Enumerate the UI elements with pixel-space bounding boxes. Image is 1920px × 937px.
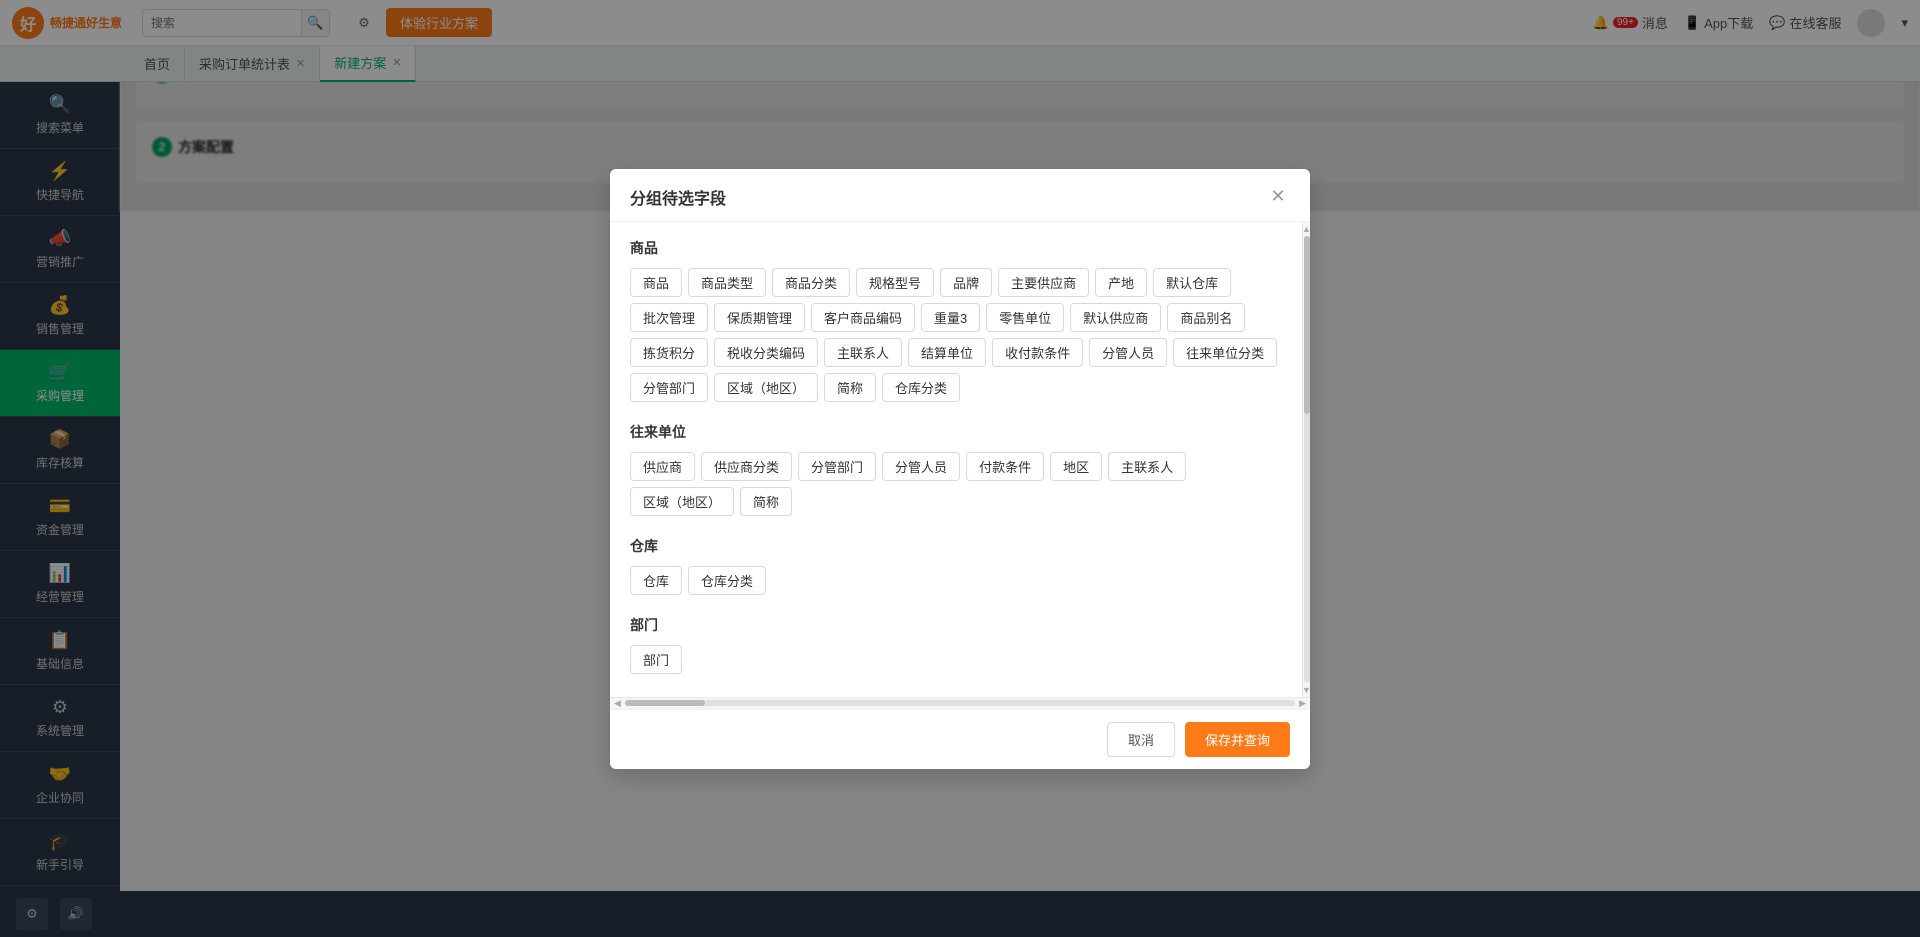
section-title: 商品	[630, 238, 1282, 258]
field-tag[interactable]: 简称	[740, 487, 792, 516]
field-tag[interactable]: 税收分类编码	[714, 338, 818, 367]
field-tag[interactable]: 商品类型	[688, 268, 766, 297]
field-tag[interactable]: 产地	[1095, 268, 1147, 297]
field-tag[interactable]: 默认仓库	[1153, 268, 1231, 297]
field-tag[interactable]: 拣货积分	[630, 338, 708, 367]
modal-body[interactable]: 商品商品商品类型商品分类规格型号品牌主要供应商产地默认仓库批次管理保质期管理客户…	[610, 222, 1302, 697]
field-tag[interactable]: 主联系人	[1108, 452, 1186, 481]
field-tag[interactable]: 区域（地区）	[630, 487, 734, 516]
modal-overlay: 分组待选字段 ✕ 商品商品商品类型商品分类规格型号品牌主要供应商产地默认仓库批次…	[0, 0, 1920, 937]
field-tag[interactable]: 商品	[630, 268, 682, 297]
modal-close-button[interactable]: ✕	[1266, 185, 1290, 209]
field-section-仓库: 仓库仓库仓库分类	[630, 536, 1282, 595]
modal-header: 分组待选字段 ✕	[610, 169, 1310, 222]
save-query-button[interactable]: 保存并查询	[1185, 722, 1290, 757]
field-tag[interactable]: 客户商品编码	[811, 303, 915, 332]
field-tags: 商品商品类型商品分类规格型号品牌主要供应商产地默认仓库批次管理保质期管理客户商品…	[630, 268, 1282, 402]
field-tag[interactable]: 仓库分类	[882, 373, 960, 402]
field-tag[interactable]: 默认供应商	[1070, 303, 1161, 332]
field-tag[interactable]: 地区	[1050, 452, 1102, 481]
field-tag[interactable]: 区域（地区）	[714, 373, 818, 402]
field-tag[interactable]: 规格型号	[856, 268, 934, 297]
field-tags: 仓库仓库分类	[630, 566, 1282, 595]
modal-vscrollbar[interactable]: ▲ ▼	[1302, 222, 1310, 697]
section-title: 部门	[630, 615, 1282, 635]
field-tag[interactable]: 简称	[824, 373, 876, 402]
field-tag[interactable]: 品牌	[940, 268, 992, 297]
field-section-商品: 商品商品商品类型商品分类规格型号品牌主要供应商产地默认仓库批次管理保质期管理客户…	[630, 238, 1282, 402]
modal-select-fields: 分组待选字段 ✕ 商品商品商品类型商品分类规格型号品牌主要供应商产地默认仓库批次…	[610, 169, 1310, 769]
field-tags: 供应商供应商分类分管部门分管人员付款条件地区主联系人区域（地区）简称	[630, 452, 1282, 516]
field-tag[interactable]: 分管人员	[882, 452, 960, 481]
field-tag[interactable]: 重量3	[921, 303, 980, 332]
field-tag[interactable]: 分管部门	[630, 373, 708, 402]
field-tag[interactable]: 仓库分类	[688, 566, 766, 595]
field-tag[interactable]: 仓库	[630, 566, 682, 595]
field-section-部门: 部门部门	[630, 615, 1282, 674]
field-tag[interactable]: 零售单位	[986, 303, 1064, 332]
field-tag[interactable]: 供应商分类	[701, 452, 792, 481]
section-title: 往来单位	[630, 422, 1282, 442]
field-tag[interactable]: 供应商	[630, 452, 695, 481]
field-tag[interactable]: 主联系人	[824, 338, 902, 367]
field-tag[interactable]: 主要供应商	[998, 268, 1089, 297]
section-title: 仓库	[630, 536, 1282, 556]
field-tag[interactable]: 往来单位分类	[1173, 338, 1277, 367]
field-tag[interactable]: 分管人员	[1089, 338, 1167, 367]
field-tag[interactable]: 商品别名	[1167, 303, 1245, 332]
field-tag[interactable]: 批次管理	[630, 303, 708, 332]
field-tag[interactable]: 付款条件	[966, 452, 1044, 481]
field-tag[interactable]: 收付款条件	[992, 338, 1083, 367]
field-tags: 部门	[630, 645, 1282, 674]
field-section-往来单位: 往来单位供应商供应商分类分管部门分管人员付款条件地区主联系人区域（地区）简称	[630, 422, 1282, 516]
modal-title: 分组待选字段	[630, 185, 726, 209]
modal-footer: 取消 保存并查询	[610, 709, 1310, 769]
modal-hscrollbar: ◀ ▶	[610, 697, 1310, 709]
cancel-button[interactable]: 取消	[1107, 722, 1175, 757]
field-tag[interactable]: 结算单位	[908, 338, 986, 367]
field-tag[interactable]: 部门	[630, 645, 682, 674]
field-tag[interactable]: 分管部门	[798, 452, 876, 481]
field-tag[interactable]: 保质期管理	[714, 303, 805, 332]
field-tag[interactable]: 商品分类	[772, 268, 850, 297]
